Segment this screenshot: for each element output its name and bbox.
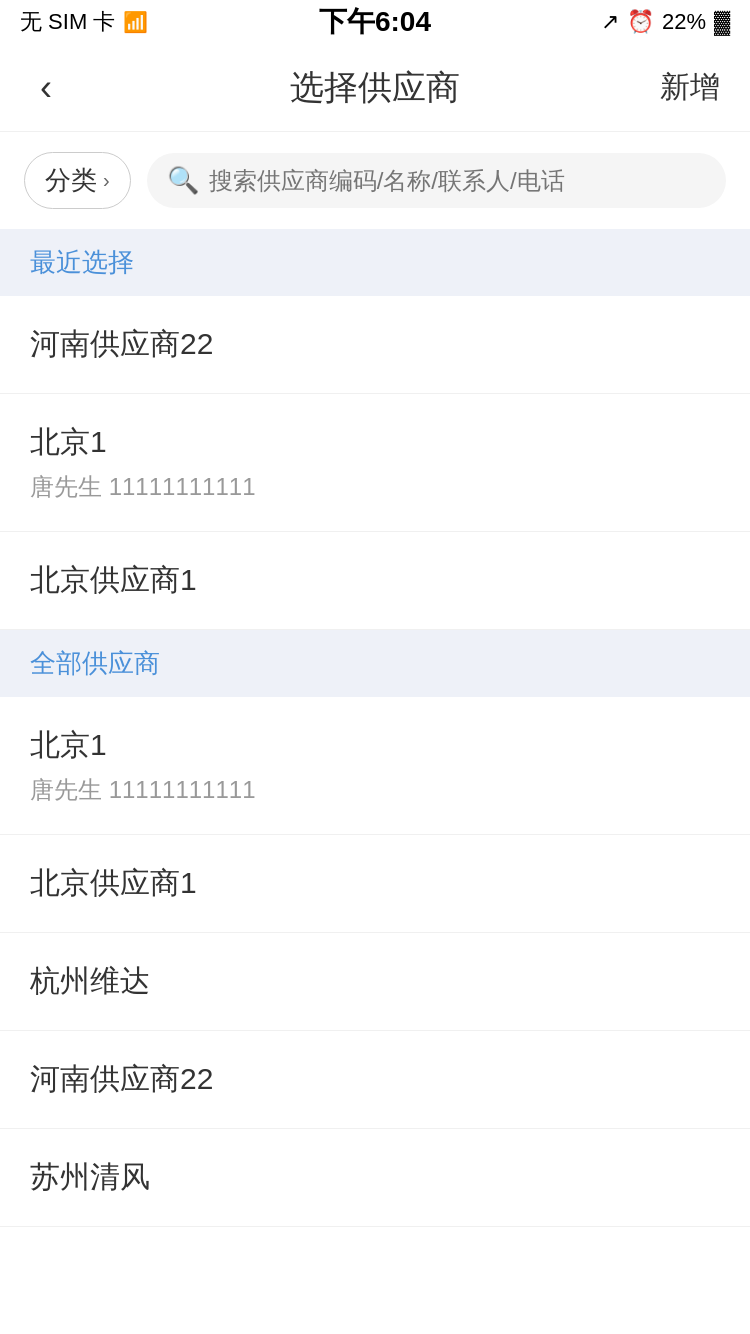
recent-section-label: 最近选择 xyxy=(30,247,134,277)
category-label: 分类 xyxy=(45,163,97,198)
page-title: 选择供应商 xyxy=(290,65,460,111)
location-icon: ↗ xyxy=(601,9,619,35)
add-button[interactable]: 新增 xyxy=(660,67,720,108)
list-item[interactable]: 河南供应商22 xyxy=(0,296,750,394)
category-button[interactable]: 分类 › xyxy=(24,152,131,209)
list-item[interactable]: 杭州维达 xyxy=(0,933,750,1031)
list-item[interactable]: 河南供应商22 xyxy=(0,1031,750,1129)
item-name: 北京供应商1 xyxy=(30,863,720,904)
list-item[interactable]: 北京1 唐先生 11111111111 xyxy=(0,697,750,835)
wifi-icon: 📶 xyxy=(123,10,148,34)
all-section-label: 全部供应商 xyxy=(30,648,160,678)
list-item[interactable]: 北京供应商1 xyxy=(0,532,750,630)
item-name: 河南供应商22 xyxy=(30,1059,720,1100)
battery-level: 22% xyxy=(662,9,706,35)
all-section-header: 全部供应商 xyxy=(0,630,750,697)
nav-bar: ‹ 选择供应商 新增 xyxy=(0,44,750,132)
status-bar: 无 SIM 卡 📶 下午6:04 ↗ ⏰ 22% ▓ xyxy=(0,0,750,44)
search-input-wrap: 🔍 xyxy=(147,153,726,208)
alarm-icon: ⏰ xyxy=(627,9,654,35)
all-list: 北京1 唐先生 11111111111 北京供应商1 杭州维达河南供应商22 苏州清风 xyxy=(0,697,750,1227)
item-name: 苏州清风 xyxy=(30,1157,720,1198)
item-sub: 唐先生 11111111111 xyxy=(30,471,720,503)
list-item[interactable]: 苏州清风 xyxy=(0,1129,750,1227)
sim-status: 无 SIM 卡 xyxy=(20,7,115,37)
item-name: 北京供应商1 xyxy=(30,560,720,601)
list-item[interactable]: 北京1 唐先生 11111111111 xyxy=(0,394,750,532)
category-arrow-icon: › xyxy=(103,169,110,192)
battery-icon: ▓ xyxy=(714,9,730,35)
item-name: 北京1 xyxy=(30,725,720,766)
search-icon: 🔍 xyxy=(167,165,199,196)
status-right: ↗ ⏰ 22% ▓ xyxy=(601,9,730,35)
list-item[interactable]: 北京供应商1 xyxy=(0,835,750,933)
recent-section-header: 最近选择 xyxy=(0,229,750,296)
back-button[interactable]: ‹ xyxy=(30,57,62,119)
status-left: 无 SIM 卡 📶 xyxy=(20,7,148,37)
search-input[interactable] xyxy=(209,167,706,195)
recent-list: 河南供应商22 北京1 唐先生 11111111111 北京供应商1 xyxy=(0,296,750,630)
item-name: 河南供应商22 xyxy=(30,324,720,365)
item-name: 北京1 xyxy=(30,422,720,463)
status-time: 下午6:04 xyxy=(319,3,431,41)
item-sub: 唐先生 11111111111 xyxy=(30,774,720,806)
item-name: 杭州维达 xyxy=(30,961,720,1002)
search-bar: 分类 › 🔍 xyxy=(0,132,750,229)
